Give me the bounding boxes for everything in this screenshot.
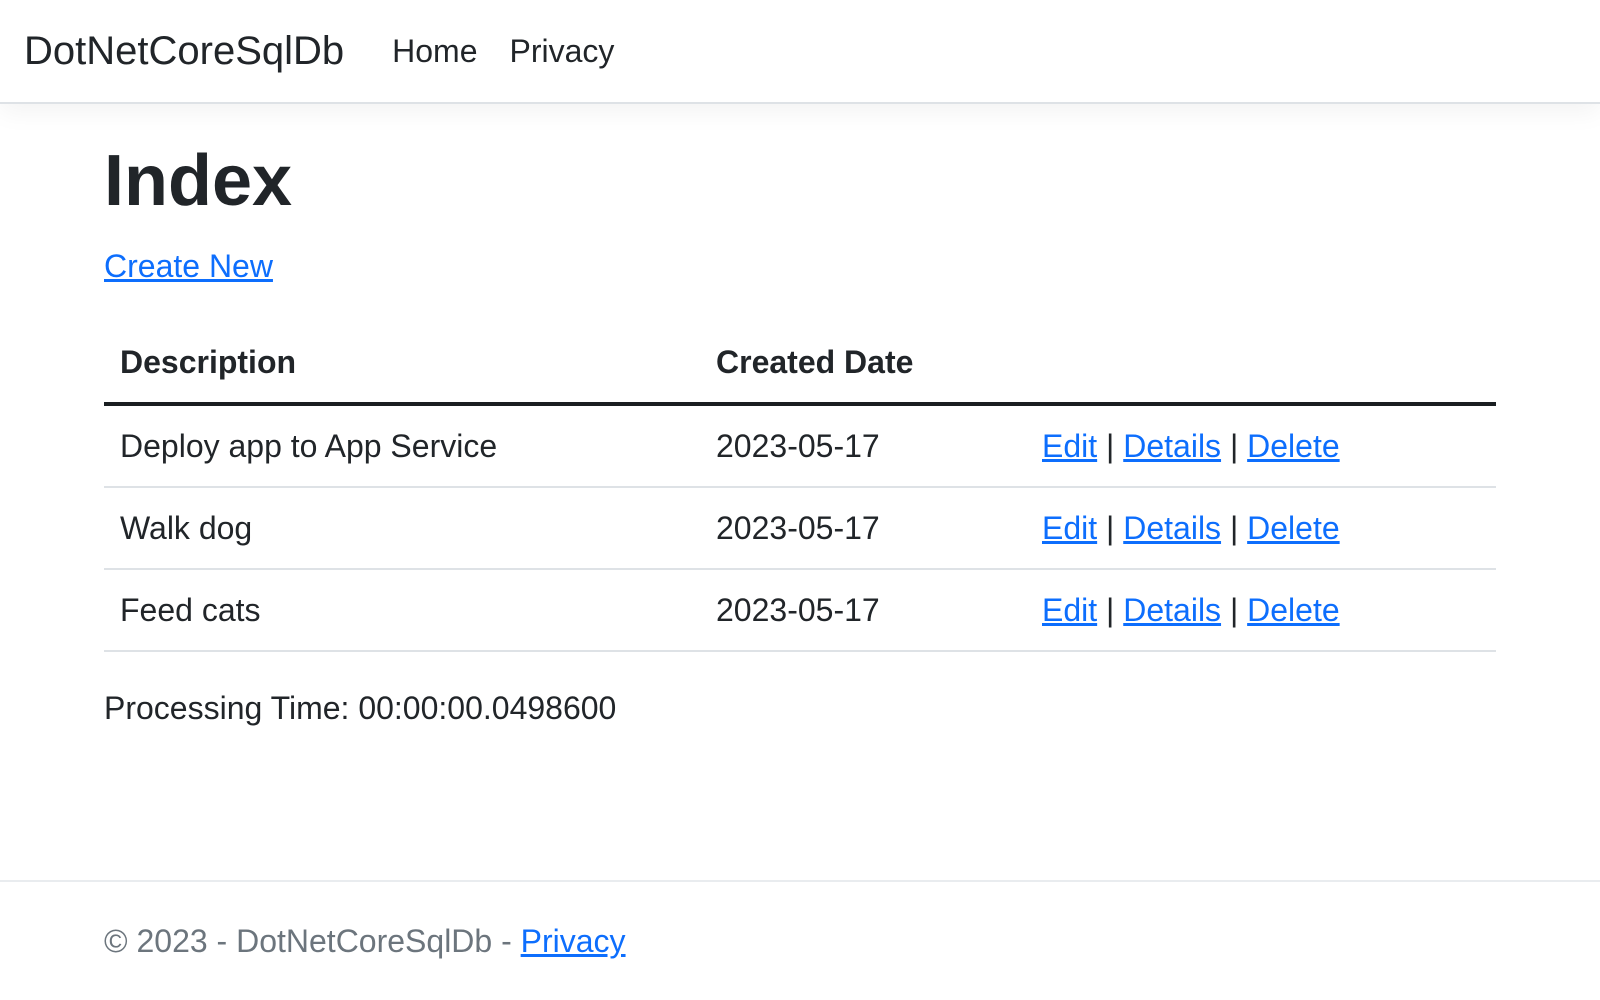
create-new-paragraph: Create New bbox=[104, 242, 1496, 290]
column-header-actions bbox=[1026, 322, 1496, 404]
column-header-description: Description bbox=[104, 322, 700, 404]
details-link[interactable]: Details bbox=[1123, 428, 1221, 464]
edit-link[interactable]: Edit bbox=[1042, 428, 1097, 464]
action-separator: | bbox=[1106, 510, 1114, 546]
processing-time-label: Processing Time: bbox=[104, 690, 349, 726]
cell-description: Deploy app to App Service bbox=[104, 404, 700, 487]
site-footer: © 2023 - DotNetCoreSqlDb - Privacy bbox=[0, 880, 1600, 1000]
navbar: DotNetCoreSqlDb Home Privacy bbox=[0, 0, 1600, 104]
nav-link-privacy[interactable]: Privacy bbox=[494, 11, 631, 91]
delete-link[interactable]: Delete bbox=[1247, 428, 1340, 464]
edit-link[interactable]: Edit bbox=[1042, 510, 1097, 546]
cell-created-date: 2023-05-17 bbox=[700, 487, 1026, 569]
site-header: DotNetCoreSqlDb Home Privacy bbox=[0, 0, 1600, 104]
cell-created-date: 2023-05-17 bbox=[700, 569, 1026, 651]
table-row: Walk dog 2023-05-17 Edit | Details | Del… bbox=[104, 487, 1496, 569]
footer-privacy-link[interactable]: Privacy bbox=[521, 923, 626, 959]
processing-time-value: 00:00:00.0498600 bbox=[358, 690, 616, 726]
table-row: Deploy app to App Service 2023-05-17 Edi… bbox=[104, 404, 1496, 487]
cell-actions: Edit | Details | Delete bbox=[1026, 404, 1496, 487]
footer-container: © 2023 - DotNetCoreSqlDb - Privacy bbox=[80, 882, 1520, 1000]
action-separator: | bbox=[1106, 428, 1114, 464]
details-link[interactable]: Details bbox=[1123, 510, 1221, 546]
nav-link-home[interactable]: Home bbox=[376, 11, 493, 91]
processing-time: Processing Time: 00:00:00.0498600 bbox=[104, 684, 1496, 732]
cell-description: Walk dog bbox=[104, 487, 700, 569]
copyright-text: © 2023 - DotNetCoreSqlDb - bbox=[104, 923, 512, 959]
column-header-created-date: Created Date bbox=[700, 322, 1026, 404]
delete-link[interactable]: Delete bbox=[1247, 510, 1340, 546]
main-content: Index Create New Description Created Dat… bbox=[104, 136, 1496, 732]
action-separator: | bbox=[1230, 428, 1238, 464]
table-header-row: Description Created Date bbox=[104, 322, 1496, 404]
brand-link[interactable]: DotNetCoreSqlDb bbox=[24, 21, 344, 81]
create-new-link[interactable]: Create New bbox=[104, 248, 273, 284]
delete-link[interactable]: Delete bbox=[1247, 592, 1340, 628]
page-title: Index bbox=[104, 136, 1496, 226]
main-container: Index Create New Description Created Dat… bbox=[80, 136, 1520, 732]
cell-actions: Edit | Details | Delete bbox=[1026, 487, 1496, 569]
details-link[interactable]: Details bbox=[1123, 592, 1221, 628]
cell-description: Feed cats bbox=[104, 569, 700, 651]
action-separator: | bbox=[1106, 592, 1114, 628]
action-separator: | bbox=[1230, 592, 1238, 628]
action-separator: | bbox=[1230, 510, 1238, 546]
cell-created-date: 2023-05-17 bbox=[700, 404, 1026, 487]
table-row: Feed cats 2023-05-17 Edit | Details | De… bbox=[104, 569, 1496, 651]
cell-actions: Edit | Details | Delete bbox=[1026, 569, 1496, 651]
todo-items-table: Description Created Date Deploy app to A… bbox=[104, 322, 1496, 652]
edit-link[interactable]: Edit bbox=[1042, 592, 1097, 628]
